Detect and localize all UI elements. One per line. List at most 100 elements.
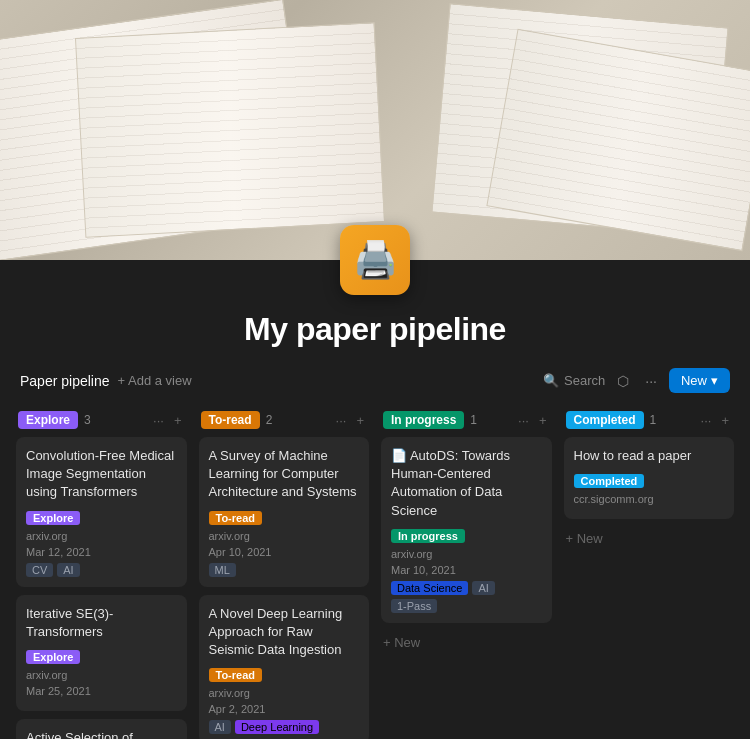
column-more-button-to-read[interactable]: ···: [333, 412, 350, 429]
new-button[interactable]: New ▾: [669, 368, 730, 393]
toolbar-right: 🔍 Search ⬡ ··· New ▾: [543, 368, 730, 393]
card-tag-to-read-1: To-read: [209, 665, 360, 687]
tag-ai: AI: [472, 581, 494, 595]
column-count-to-read: 2: [266, 413, 273, 427]
card-extra-tags-in-progress-0: Data Science AI 1-Pass: [391, 581, 542, 613]
card-tag-completed-0: Completed: [574, 471, 725, 493]
tag-deep-learning: Deep Learning: [235, 720, 319, 734]
search-icon: 🔍: [543, 373, 559, 388]
column-to-read: To-read 2 ···+ A Survey of Machine Learning…: [199, 405, 370, 739]
share-icon: ⬡: [617, 373, 629, 389]
tag-ai: AI: [57, 563, 79, 577]
add-view-button[interactable]: + Add a view: [118, 373, 192, 388]
card-tag-label-completed-0: Completed: [574, 474, 645, 488]
card-tag-explore-1: Explore: [26, 647, 177, 669]
card-title-explore-2: Active Selection of Classification Featu…: [26, 729, 177, 739]
card-extra-tags-to-read-0: ML: [209, 563, 360, 577]
hero-background: [0, 0, 750, 260]
card-tag-explore-0: Explore: [26, 508, 177, 530]
column-more-button-completed[interactable]: ···: [698, 412, 715, 429]
card-source-to-read-1: arxiv.org: [209, 687, 360, 699]
column-add-button-in-progress[interactable]: +: [536, 412, 550, 429]
app-icon-emoji: 🖨️: [353, 239, 398, 281]
tag-ml: ML: [209, 563, 236, 577]
card-extra-tags-explore-0: CV AI: [26, 563, 177, 577]
card-source-explore-0: arxiv.org: [26, 530, 177, 542]
card-title-to-read-1: A Novel Deep Learning Approach for Raw S…: [209, 605, 360, 660]
tag-data-science: Data Science: [391, 581, 468, 595]
page-title: My paper pipeline: [0, 311, 750, 348]
tag-1-pass: 1-Pass: [391, 599, 437, 613]
main-content: 🖨️ My paper pipeline Paper pipeline + Ad…: [0, 225, 750, 739]
card-title-explore-1: Iterative SE(3)-Transformers: [26, 605, 177, 641]
column-tag-completed: Completed: [566, 411, 644, 429]
toolbar: Paper pipeline + Add a view 🔍 Search ⬡ ·…: [0, 368, 750, 405]
chevron-down-icon: ▾: [711, 373, 718, 388]
card-in-progress-0[interactable]: 📄 AutoDS: Towards Human-Centered Automat…: [381, 437, 552, 623]
card-date-to-read-0: Apr 10, 2021: [209, 546, 360, 558]
card-tag-label-to-read-1: To-read: [209, 668, 263, 682]
card-date-explore-0: Mar 12, 2021: [26, 546, 177, 558]
kanban-board: Explore3···+Convolution-Free Medical Ima…: [0, 405, 750, 739]
column-actions-explore: ···+: [150, 412, 184, 429]
card-title-completed-0: How to read a paper: [574, 447, 725, 465]
card-to-read-0[interactable]: A Survey of Machine Learning for Compute…: [199, 437, 370, 587]
card-explore-2[interactable]: Active Selection of Classification Featu…: [16, 719, 187, 739]
more-options-button[interactable]: ···: [641, 371, 661, 391]
card-icon: 📄: [391, 448, 410, 463]
new-button-label: New: [681, 373, 707, 388]
card-date-to-read-1: Apr 2, 2021: [209, 703, 360, 715]
search-button[interactable]: 🔍 Search: [543, 373, 605, 388]
column-completed: Completed 1 ···+ How to read a paper Complet…: [564, 405, 735, 739]
tag-cv: CV: [26, 563, 53, 577]
column-more-button-in-progress[interactable]: ···: [515, 412, 532, 429]
card-date-explore-1: Mar 25, 2021: [26, 685, 177, 697]
card-title-explore-0: Convolution-Free Medical Image Segmentat…: [26, 447, 177, 502]
add-card-button-in-progress[interactable]: + New: [381, 631, 552, 654]
column-header-in-progress: In progress 1 ···+: [381, 405, 552, 437]
column-header-to-read: To-read2···+: [199, 405, 370, 437]
book-page-2: [75, 22, 385, 237]
card-title-in-progress-0: 📄 AutoDS: Towards Human-Centered Automat…: [391, 447, 542, 520]
card-tag-label-explore-0: Explore: [26, 511, 80, 525]
card-to-read-1[interactable]: A Novel Deep Learning Approach for Raw S…: [199, 595, 370, 739]
add-card-button-completed[interactable]: + New: [564, 527, 735, 550]
card-tag-label-in-progress-0: In progress: [391, 529, 465, 543]
column-more-button-explore[interactable]: ···: [150, 412, 167, 429]
card-date-in-progress-0: Mar 10, 2021: [391, 564, 542, 576]
card-source-to-read-0: arxiv.org: [209, 530, 360, 542]
share-button[interactable]: ⬡: [613, 371, 633, 391]
page-title-section: My paper pipeline: [0, 295, 750, 368]
column-count-in-progress: 1: [470, 413, 477, 427]
column-add-button-explore[interactable]: +: [171, 412, 185, 429]
add-view-label: + Add a view: [118, 373, 192, 388]
column-add-button-to-read[interactable]: +: [353, 412, 367, 429]
pipeline-label: Paper pipeline: [20, 373, 110, 389]
column-tag-in-progress: In progress: [383, 411, 464, 429]
card-tag-to-read-0: To-read: [209, 508, 360, 530]
card-extra-tags-to-read-1: AI Deep Learning: [209, 720, 360, 734]
card-tag-in-progress-0: In progress: [391, 526, 542, 548]
column-header-explore: Explore 3 ···+: [16, 405, 187, 437]
card-source-explore-1: arxiv.org: [26, 669, 177, 681]
card-tag-label-to-read-0: To-read: [209, 511, 263, 525]
column-explore: Explore 3 ···+ Convolution-Free Medical Ima…: [16, 405, 187, 739]
toolbar-left: Paper pipeline + Add a view: [20, 373, 535, 389]
card-tag-label-explore-1: Explore: [26, 650, 80, 664]
hero-banner: [0, 0, 750, 260]
tag-ai: AI: [209, 720, 231, 734]
column-count-completed: 1: [650, 413, 657, 427]
card-source-completed-0: ccr.sigcomm.org: [574, 493, 725, 505]
column-actions-to-read: ···+: [333, 412, 367, 429]
column-in-progress: In progress 1 ···+ 📄 AutoDS: Towards Human-…: [381, 405, 552, 739]
card-completed-0[interactable]: How to read a paper Completed ccr.sigcomm.…: [564, 437, 735, 519]
card-explore-0[interactable]: Convolution-Free Medical Image Segmentat…: [16, 437, 187, 587]
card-source-in-progress-0: arxiv.org: [391, 548, 542, 560]
app-icon-container: 🖨️: [0, 225, 750, 295]
search-label: Search: [564, 373, 605, 388]
column-tag-explore: Explore: [18, 411, 78, 429]
column-add-button-completed[interactable]: +: [718, 412, 732, 429]
card-title-to-read-0: A Survey of Machine Learning for Compute…: [209, 447, 360, 502]
card-explore-1[interactable]: Iterative SE(3)-Transformers Explore arxiv…: [16, 595, 187, 711]
column-count-explore: 3: [84, 413, 91, 427]
